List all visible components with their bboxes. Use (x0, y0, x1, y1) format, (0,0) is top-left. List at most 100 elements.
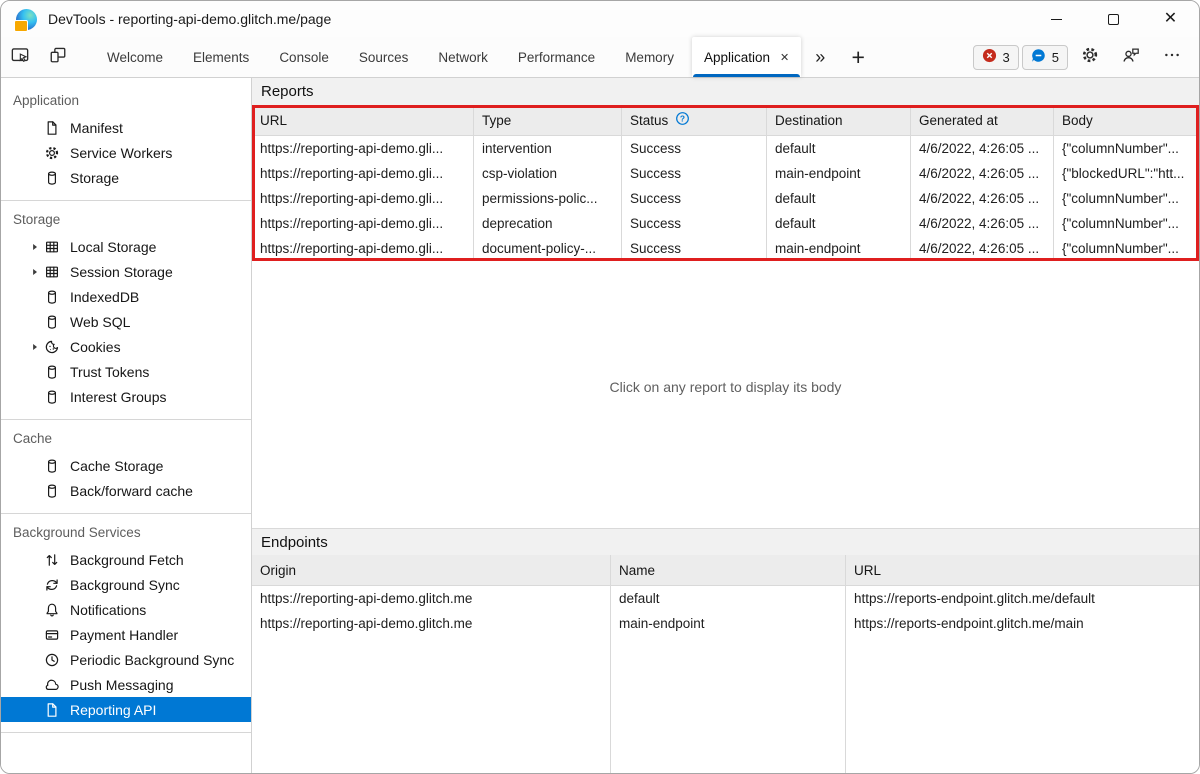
minimize-button[interactable] (1028, 1, 1085, 37)
table-cell[interactable]: deprecation (474, 211, 621, 236)
sidebar-item-interest-groups[interactable]: Interest Groups (1, 384, 251, 409)
device-toolbar-button[interactable] (39, 37, 77, 77)
sidebar-item-indexeddb[interactable]: IndexedDB (1, 284, 251, 309)
table-cell[interactable]: https://reporting-api-demo.gli... (252, 186, 473, 211)
sidebar-section: Background ServicesBackground FetchBackg… (1, 514, 251, 733)
inspect-cursor-icon (11, 46, 29, 69)
more-tools-button[interactable]: + (839, 37, 877, 77)
table-cell[interactable]: {"blockedURL":"htt... (1054, 161, 1199, 186)
column-header[interactable]: URL (252, 105, 473, 136)
table-icon (43, 263, 61, 281)
table-cell[interactable]: main-endpoint (767, 161, 910, 186)
sidebar-item-background-fetch[interactable]: Background Fetch (1, 547, 251, 572)
cookie-icon (43, 338, 61, 356)
table-cell[interactable]: https://reporting-api-demo.gli... (252, 236, 473, 261)
sidebar-item-payment-handler[interactable]: Payment Handler (1, 622, 251, 647)
sidebar-item-cache-storage[interactable]: Cache Storage (1, 453, 251, 478)
table-cell[interactable]: Success (622, 136, 766, 161)
sidebar-item-manifest[interactable]: Manifest (1, 115, 251, 140)
column-header[interactable]: URL (846, 555, 1199, 586)
column-header-label: Body (1062, 113, 1093, 128)
column-header[interactable]: Generated at (911, 105, 1053, 136)
table-cell[interactable]: {"columnNumber"... (1054, 136, 1199, 161)
sidebar-item-reporting-api[interactable]: Reporting API (1, 697, 251, 722)
table-cell[interactable]: default (767, 136, 910, 161)
table-cell[interactable]: main-endpoint (767, 236, 910, 261)
tab-application[interactable]: Application✕ (692, 37, 801, 77)
table-cell[interactable]: csp-violation (474, 161, 621, 186)
table-cell[interactable]: default (767, 186, 910, 211)
table-cell[interactable]: document-policy-... (474, 236, 621, 261)
reports-section-header: Reports (252, 78, 1199, 105)
maximize-button[interactable] (1085, 1, 1142, 37)
column-header[interactable]: Body (1054, 105, 1199, 136)
more-options-button[interactable] (1153, 46, 1191, 69)
sidebar-item-label: Push Messaging (70, 677, 174, 693)
table-cell[interactable]: permissions-polic... (474, 186, 621, 211)
settings-button[interactable] (1071, 46, 1109, 69)
sidebar-item-periodic-background-sync[interactable]: Periodic Background Sync (1, 647, 251, 672)
issues-badge[interactable]: 5 (1022, 45, 1068, 70)
table-cell[interactable]: 4/6/2022, 4:26:05 ... (911, 161, 1053, 186)
column-header[interactable]: Status? (622, 105, 766, 136)
sidebar-item-cookies[interactable]: Cookies (1, 334, 251, 359)
table-cell[interactable]: Success (622, 161, 766, 186)
tab-close-icon[interactable]: ✕ (780, 51, 789, 64)
tab-network[interactable]: Network (426, 37, 500, 77)
table-cell[interactable]: 4/6/2022, 4:26:05 ... (911, 236, 1053, 261)
table-cell[interactable]: {"columnNumber"... (1054, 211, 1199, 236)
reporting-api-panel: Reports URL https://reporting-api-demo.gl… (252, 78, 1199, 773)
table-cell[interactable]: https://reporting-api-demo.gli... (252, 211, 473, 236)
sidebar-item-background-sync[interactable]: Background Sync (1, 572, 251, 597)
expand-arrow-icon[interactable] (27, 342, 43, 352)
sidebar-item-service-workers[interactable]: Service Workers (1, 140, 251, 165)
window-controls: ✕ (1028, 1, 1199, 37)
tab-performance[interactable]: Performance (506, 37, 607, 77)
tab-sources[interactable]: Sources (347, 37, 421, 77)
sidebar-item-local-storage[interactable]: Local Storage (1, 234, 251, 259)
expand-arrow-icon[interactable] (27, 267, 43, 277)
tab-welcome[interactable]: Welcome (95, 37, 175, 77)
error-badge[interactable]: 3 (973, 45, 1019, 70)
reports-table: URLhttps://reporting-api-demo.gli...http… (252, 105, 1199, 261)
table-cell[interactable]: https://reporting-api-demo.gli... (252, 136, 473, 161)
tab-memory[interactable]: Memory (613, 37, 686, 77)
issues-count: 5 (1052, 50, 1059, 65)
sidebar-item-trust-tokens[interactable]: Trust Tokens (1, 359, 251, 384)
sidebar-item-web-sql[interactable]: Web SQL (1, 309, 251, 334)
table-cell[interactable]: Success (622, 211, 766, 236)
table-cell[interactable]: 4/6/2022, 4:26:05 ... (911, 211, 1053, 236)
more-options-icon (1163, 46, 1181, 69)
reports-table-wrap: URLhttps://reporting-api-demo.gli...http… (252, 105, 1199, 261)
sidebar-item-notifications[interactable]: Notifications (1, 597, 251, 622)
help-icon[interactable]: ? (675, 111, 690, 129)
table-cell[interactable]: https://reporting-api-demo.gli... (252, 161, 473, 186)
sidebar-item-label: Cache Storage (70, 458, 163, 474)
more-tabs-button[interactable]: » (801, 37, 839, 77)
feedback-button[interactable] (1112, 46, 1150, 69)
table-cell[interactable]: intervention (474, 136, 621, 161)
inspect-element-button[interactable] (1, 37, 39, 77)
column-header-label: URL (260, 113, 287, 128)
close-button[interactable]: ✕ (1142, 1, 1199, 37)
column-header[interactable]: Destination (767, 105, 910, 136)
table-cell[interactable]: 4/6/2022, 4:26:05 ... (911, 186, 1053, 211)
tab-console[interactable]: Console (267, 37, 341, 77)
table-cell[interactable]: Success (622, 186, 766, 211)
expand-arrow-icon[interactable] (27, 242, 43, 252)
table-cell[interactable]: default (767, 211, 910, 236)
sidebar-item-push-messaging[interactable]: Push Messaging (1, 672, 251, 697)
table-cell[interactable]: 4/6/2022, 4:26:05 ... (911, 136, 1053, 161)
table-cell[interactable]: {"columnNumber"... (1054, 186, 1199, 211)
column-header[interactable]: Name (611, 555, 845, 586)
tab-elements[interactable]: Elements (181, 37, 261, 77)
table-cell[interactable]: Success (622, 236, 766, 261)
column-header[interactable]: Type (474, 105, 621, 136)
column-header[interactable]: Origin (252, 555, 610, 586)
fetch-arrows-icon (43, 551, 61, 569)
sidebar-item-session-storage[interactable]: Session Storage (1, 259, 251, 284)
titlebar[interactable]: DevTools - reporting-api-demo.glitch.me/… (1, 1, 1199, 37)
sidebar-item-storage[interactable]: Storage (1, 165, 251, 190)
sidebar-item-back-forward-cache[interactable]: Back/forward cache (1, 478, 251, 503)
table-cell[interactable]: {"columnNumber"... (1054, 236, 1199, 261)
